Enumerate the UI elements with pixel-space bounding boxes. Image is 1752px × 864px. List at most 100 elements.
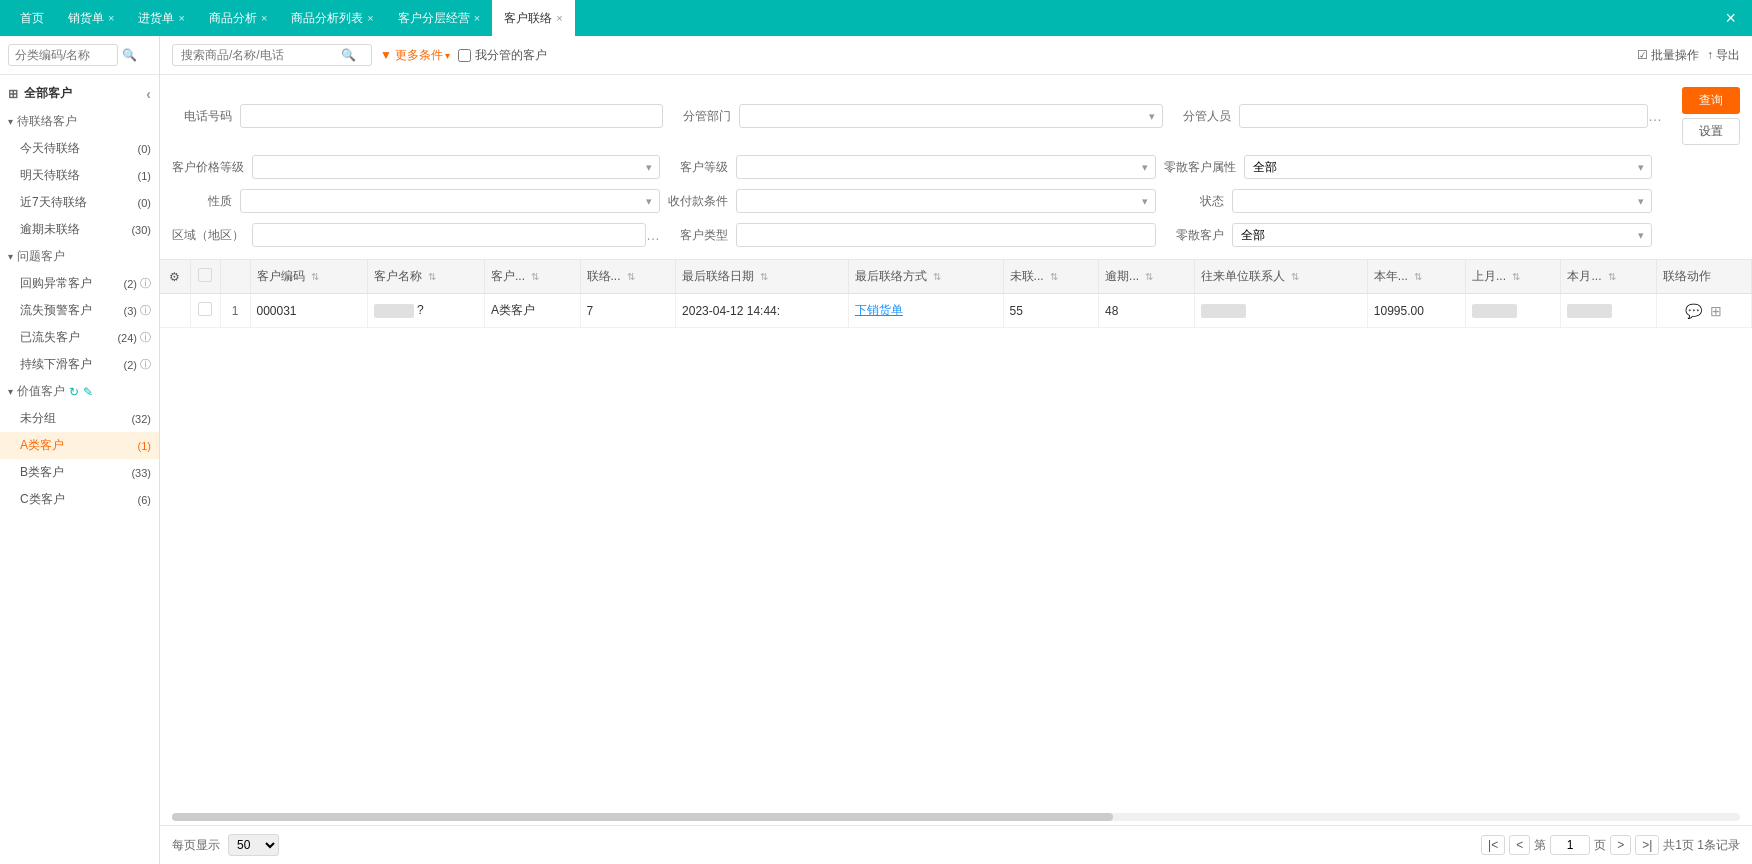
filter-phone-input[interactable] — [240, 104, 663, 128]
filter-region-dots[interactable]: … — [646, 227, 660, 243]
first-page-button[interactable]: |< — [1481, 835, 1505, 855]
nav-product-analysis-close[interactable]: × — [261, 12, 267, 24]
nav-customer-contact-close[interactable]: × — [556, 12, 562, 24]
sort-icon-lm: ⇅ — [1512, 271, 1520, 282]
th-unit-contact[interactable]: 往来单位联系人 ⇅ — [1194, 260, 1367, 294]
next-page-button[interactable]: > — [1610, 835, 1631, 855]
my-customers-checkbox[interactable]: 我分管的客户 — [458, 47, 547, 64]
sidebar-item-a-class[interactable]: A类客户 (1) — [0, 432, 159, 459]
th-last-month[interactable]: 上月... ⇅ — [1465, 260, 1561, 294]
th-customer-code[interactable]: 客户编码 ⇅ — [250, 260, 367, 294]
page-label: 第 — [1534, 837, 1546, 854]
filter-manager-input[interactable] — [1239, 104, 1648, 128]
filter-row-4: 区域（地区） … 客户类型 零散客户 全部 — [172, 223, 1740, 247]
filter-nature-field: 性质 — [172, 189, 660, 213]
page-number-input[interactable] — [1550, 835, 1590, 855]
last-contact-method-link[interactable]: 下销货单 — [855, 303, 903, 317]
value-edit-icon[interactable]: ✎ — [83, 385, 93, 399]
sidebar-all-customers[interactable]: ⊞ 全部客户 ‹ — [0, 79, 159, 108]
arrow-icon-2: ▾ — [8, 251, 13, 262]
filter-retail-customer-select[interactable]: 全部 — [1232, 223, 1652, 247]
th-not-contacted[interactable]: 未联... ⇅ — [1003, 260, 1099, 294]
sidebar-section-pending[interactable]: ▾ 待联络客户 — [0, 108, 159, 135]
nav-customer-segment-close[interactable]: × — [474, 12, 480, 24]
nav-sales-order[interactable]: 销货单 × — [56, 0, 126, 36]
settings-button[interactable]: 设置 — [1682, 118, 1740, 145]
th-customer-name[interactable]: 客户名称 ⇅ — [367, 260, 484, 294]
th-customer-type[interactable]: 客户... ⇅ — [485, 260, 581, 294]
filter-search-button[interactable]: 🔍 — [341, 48, 356, 62]
filter-status-label: 状态 — [1164, 193, 1224, 210]
grid-icon: ⊞ — [8, 87, 18, 101]
filter-search-input[interactable] — [181, 48, 341, 62]
sidebar-search-input[interactable] — [8, 44, 118, 66]
sidebar-item-c-class[interactable]: C类客户 (6) — [0, 486, 159, 513]
filter-manager-dots[interactable]: … — [1648, 108, 1662, 124]
th-this-year-label: 本年... — [1374, 269, 1408, 283]
sidebar-item-repurchase-abnormal[interactable]: 回购异常客户 (2) ⓘ — [0, 270, 159, 297]
filter-retail-attr-select[interactable]: 全部 — [1244, 155, 1652, 179]
row-checkbox[interactable] — [198, 302, 212, 316]
th-last-contact-date[interactable]: 最后联络日期 ⇅ — [676, 260, 849, 294]
filter-nature-select[interactable] — [240, 189, 660, 213]
nav-product-analysis[interactable]: 商品分析 × — [197, 0, 279, 36]
sidebar-item-overdue-contact[interactable]: 逾期未联络 (30) — [0, 216, 159, 243]
filter-price-grade-select[interactable] — [252, 155, 660, 179]
sidebar-item-today-contact[interactable]: 今天待联络 (0) — [0, 135, 159, 162]
th-contact-count[interactable]: 联络... ⇅ — [580, 260, 676, 294]
advanced-filter-panel: 电话号码 分管部门 分管人员 … 查询 — [160, 75, 1752, 260]
sidebar-search-icon[interactable]: 🔍 — [122, 48, 137, 62]
sidebar-item-b-class[interactable]: B类客户 (33) — [0, 459, 159, 486]
query-button[interactable]: 查询 — [1682, 87, 1740, 114]
sidebar-item-declining[interactable]: 持续下滑客户 (2) ⓘ — [0, 351, 159, 378]
batch-operation-button[interactable]: ☑ 批量操作 — [1637, 47, 1699, 64]
th-customer-name-label: 客户名称 — [374, 269, 422, 283]
nav-product-analysis-list-close[interactable]: × — [367, 12, 373, 24]
filter-payment-wrapper — [736, 189, 1156, 213]
filter-customer-type-input[interactable] — [736, 223, 1156, 247]
filter-payment-select[interactable] — [736, 189, 1156, 213]
th-last-contact-method[interactable]: 最后联络方式 ⇅ — [848, 260, 1003, 294]
sidebar-item-ungrouped[interactable]: 未分组 (32) — [0, 405, 159, 432]
th-this-year[interactable]: 本年... ⇅ — [1367, 260, 1465, 294]
filter-more-conditions[interactable]: ▼ 更多条件 ▾ — [380, 47, 450, 64]
gear-icon[interactable]: ⚙ — [169, 270, 180, 284]
filter-region-input[interactable] — [252, 223, 646, 247]
sidebar-item-7days-contact[interactable]: 近7天待联络 (0) — [0, 189, 159, 216]
sidebar-item-churn-warning[interactable]: 流失预警客户 (3) ⓘ — [0, 297, 159, 324]
th-gear[interactable]: ⚙ — [160, 260, 190, 294]
qr-action-icon[interactable]: ⊞ — [1710, 303, 1722, 319]
value-refresh-icon[interactable]: ↻ — [69, 385, 79, 399]
filter-customer-grade-select[interactable] — [736, 155, 1156, 179]
filter-retail-attr-label: 零散客户属性 — [1164, 159, 1236, 176]
sidebar-item-churned[interactable]: 已流失客户 (24) ⓘ — [0, 324, 159, 351]
sidebar-section-value[interactable]: ▾ 价值客户 ↻ ✎ — [0, 378, 159, 405]
filter-icon: ▼ — [380, 48, 392, 62]
collapse-icon: ‹ — [146, 86, 151, 102]
filter-status-select[interactable] — [1232, 189, 1652, 213]
nav-home[interactable]: 首页 — [8, 0, 56, 36]
th-this-month[interactable]: 本月... ⇅ — [1561, 260, 1657, 294]
my-customers-check[interactable] — [458, 49, 471, 62]
nav-purchase-order-close[interactable]: × — [178, 12, 184, 24]
scrollbar-track — [172, 813, 1740, 821]
top-nav-close-button[interactable]: × — [1717, 8, 1744, 29]
chat-action-icon[interactable]: 💬 — [1685, 303, 1702, 319]
page-size-select[interactable]: 10 20 50 100 — [228, 834, 279, 856]
nav-purchase-order[interactable]: 进货单 × — [126, 0, 196, 36]
sidebar-item-tomorrow-contact[interactable]: 明天待联络 (1) — [0, 162, 159, 189]
nav-product-analysis-list[interactable]: 商品分析列表 × — [279, 0, 385, 36]
scrollbar-thumb[interactable] — [172, 813, 1113, 821]
export-button[interactable]: ↑ 导出 — [1707, 47, 1740, 64]
th-contact-count-label: 联络... — [587, 269, 621, 283]
sidebar-section-problem[interactable]: ▾ 问题客户 — [0, 243, 159, 270]
th-overdue[interactable]: 逾期... ⇅ — [1099, 260, 1195, 294]
nav-customer-contact[interactable]: 客户联络 × — [492, 0, 574, 36]
nav-sales-order-close[interactable]: × — [108, 12, 114, 24]
filter-dept-select[interactable] — [739, 104, 1162, 128]
last-page-button[interactable]: >| — [1635, 835, 1659, 855]
prev-page-button[interactable]: < — [1509, 835, 1530, 855]
filter-price-grade-label: 客户价格等级 — [172, 159, 244, 176]
nav-customer-segment[interactable]: 客户分层经营 × — [386, 0, 492, 36]
header-checkbox[interactable] — [198, 268, 212, 282]
